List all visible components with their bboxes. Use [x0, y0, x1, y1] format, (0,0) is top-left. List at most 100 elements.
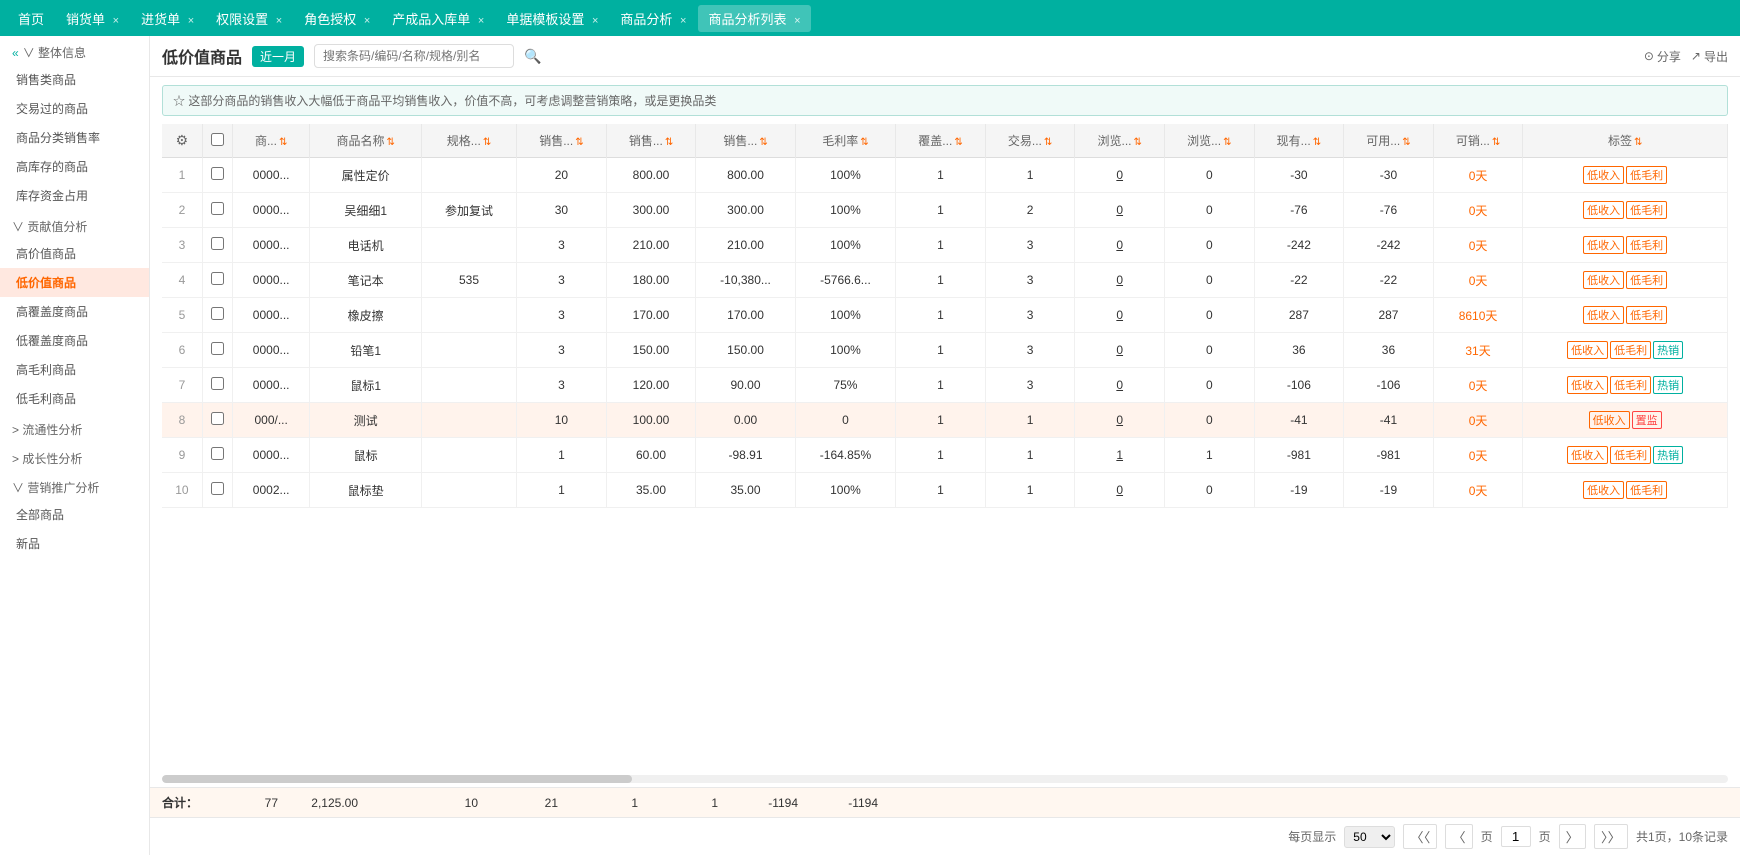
nav-permission[interactable]: 权限设置 × — [206, 5, 292, 32]
row-checkbox-cell[interactable] — [202, 158, 232, 193]
nav-goods-list[interactable]: 商品分析列表 × — [698, 5, 810, 32]
browse1-link[interactable]: 0 — [1116, 203, 1123, 217]
row-checkbox-cell[interactable] — [202, 228, 232, 263]
row-checkbox[interactable] — [211, 342, 224, 355]
close-product-icon[interactable]: × — [478, 15, 484, 27]
next-page-button[interactable]: 〉 — [1559, 824, 1586, 849]
browse1-link[interactable]: 0 — [1116, 413, 1123, 427]
product-name[interactable]: 吴细细1 — [310, 193, 421, 228]
browse1[interactable]: 0 — [1075, 158, 1165, 193]
product-name[interactable]: 橡皮擦 — [310, 298, 421, 333]
row-checkbox[interactable] — [211, 272, 224, 285]
close-template-icon[interactable]: × — [592, 15, 598, 27]
col-check[interactable] — [202, 124, 232, 158]
product-name[interactable]: 鼠标1 — [310, 368, 421, 403]
sidebar-item-traded-goods[interactable]: 交易过的商品 — [0, 94, 149, 123]
browse1[interactable]: 0 — [1075, 333, 1165, 368]
browse1[interactable]: 0 — [1075, 473, 1165, 508]
sidebar-item-high-coverage[interactable]: 高覆盖度商品 — [0, 297, 149, 326]
search-icon[interactable]: 🔍 — [524, 48, 541, 65]
close-role-icon[interactable]: × — [364, 15, 370, 27]
last-page-button[interactable]: 〉〉 — [1594, 824, 1628, 849]
product-name[interactable]: 测试 — [310, 403, 421, 438]
sidebar-group-growth[interactable]: > 成长性分析 — [0, 442, 149, 471]
row-checkbox[interactable] — [211, 377, 224, 390]
sidebar-item-high-value[interactable]: 高价值商品 — [0, 239, 149, 268]
sidebar-item-low-value[interactable]: 低价值商品 — [0, 268, 149, 297]
sidebar-item-all-goods[interactable]: 全部商品 — [0, 500, 149, 529]
row-checkbox[interactable] — [211, 447, 224, 460]
browse1[interactable]: 0 — [1075, 368, 1165, 403]
row-checkbox[interactable] — [211, 237, 224, 250]
browse1[interactable]: 0 — [1075, 298, 1165, 333]
row-checkbox-cell[interactable] — [202, 193, 232, 228]
browse1[interactable]: 0 — [1075, 228, 1165, 263]
nav-purchase[interactable]: 进货单 × — [131, 5, 204, 32]
browse1-link[interactable]: 0 — [1116, 308, 1123, 322]
row-checkbox[interactable] — [211, 202, 224, 215]
sidebar-item-sales-goods[interactable]: 销售类商品 — [0, 65, 149, 94]
browse1-link[interactable]: 0 — [1116, 378, 1123, 392]
sidebar-item-high-margin[interactable]: 高毛利商品 — [0, 355, 149, 384]
row-checkbox[interactable] — [211, 307, 224, 320]
nav-sales[interactable]: 销货单 × — [56, 5, 129, 32]
nav-product-in[interactable]: 产成品入库单 × — [382, 5, 494, 32]
row-checkbox[interactable] — [211, 412, 224, 425]
nav-goods-analysis[interactable]: 商品分析 × — [610, 5, 696, 32]
sidebar-item-stock-fund[interactable]: 库存资金占用 — [0, 181, 149, 210]
search-input[interactable] — [314, 44, 514, 68]
date-badge[interactable]: 近一月 — [252, 46, 304, 67]
nav-template[interactable]: 单据模板设置 × — [496, 5, 608, 32]
row-checkbox-cell[interactable] — [202, 333, 232, 368]
product-name[interactable]: 鼠标 — [310, 438, 421, 473]
row-checkbox[interactable] — [211, 167, 224, 180]
horizontal-scrollbar[interactable] — [162, 775, 1728, 783]
browse1[interactable]: 0 — [1075, 263, 1165, 298]
sidebar-item-category-rate[interactable]: 商品分类销售率 — [0, 123, 149, 152]
close-analysis-icon[interactable]: × — [680, 15, 686, 27]
sidebar-item-low-coverage[interactable]: 低覆盖度商品 — [0, 326, 149, 355]
browse1[interactable]: 1 — [1075, 438, 1165, 473]
product-name[interactable]: 属性定价 — [310, 158, 421, 193]
browse1[interactable]: 0 — [1075, 403, 1165, 438]
select-all-checkbox[interactable] — [211, 133, 224, 146]
sidebar-item-new-goods[interactable]: 新品 — [0, 529, 149, 558]
col-gear[interactable]: ⚙ — [162, 124, 202, 158]
page-num-input[interactable] — [1501, 826, 1531, 847]
share-button[interactable]: ⊙ 分享 — [1644, 48, 1681, 65]
browse1-link[interactable]: 0 — [1116, 343, 1123, 357]
close-list-icon[interactable]: × — [794, 15, 800, 27]
product-name[interactable]: 鼠标垫 — [310, 473, 421, 508]
browse1-link[interactable]: 1 — [1116, 448, 1123, 462]
sidebar-item-high-stock[interactable]: 高库存的商品 — [0, 152, 149, 181]
product-name[interactable]: 笔记本 — [310, 263, 421, 298]
prev-page-button[interactable]: 〈 — [1445, 824, 1472, 849]
close-purchase-icon[interactable]: × — [188, 15, 194, 27]
row-checkbox-cell[interactable] — [202, 368, 232, 403]
page-size-select[interactable]: 50 100 — [1344, 826, 1395, 848]
row-checkbox-cell[interactable] — [202, 298, 232, 333]
row-checkbox[interactable] — [211, 482, 224, 495]
scroll-thumb[interactable] — [162, 775, 632, 783]
row-checkbox-cell[interactable] — [202, 403, 232, 438]
browse1[interactable]: 0 — [1075, 193, 1165, 228]
product-name[interactable]: 铅笔1 — [310, 333, 421, 368]
browse1-link[interactable]: 0 — [1116, 483, 1123, 497]
export-button[interactable]: ↗ 导出 — [1691, 48, 1728, 65]
first-page-button[interactable]: 〈〈 — [1403, 824, 1437, 849]
sidebar-group-flow[interactable]: > 流通性分析 — [0, 413, 149, 442]
browse1-link[interactable]: 0 — [1116, 273, 1123, 287]
row-checkbox-cell[interactable] — [202, 263, 232, 298]
row-checkbox-cell[interactable] — [202, 473, 232, 508]
browse1-link[interactable]: 0 — [1116, 238, 1123, 252]
browse1-link[interactable]: 0 — [1116, 168, 1123, 182]
sidebar-item-low-margin[interactable]: 低毛利商品 — [0, 384, 149, 413]
product-name[interactable]: 电话机 — [310, 228, 421, 263]
close-sales-icon[interactable]: × — [113, 15, 119, 27]
nav-role[interactable]: 角色授权 × — [294, 5, 380, 32]
nav-home[interactable]: 首页 — [8, 5, 54, 32]
row-checkbox-cell[interactable] — [202, 438, 232, 473]
collapse-overall-icon[interactable]: « — [12, 46, 19, 60]
close-permission-icon[interactable]: × — [276, 15, 282, 27]
export-icon: ↗ — [1691, 49, 1701, 63]
